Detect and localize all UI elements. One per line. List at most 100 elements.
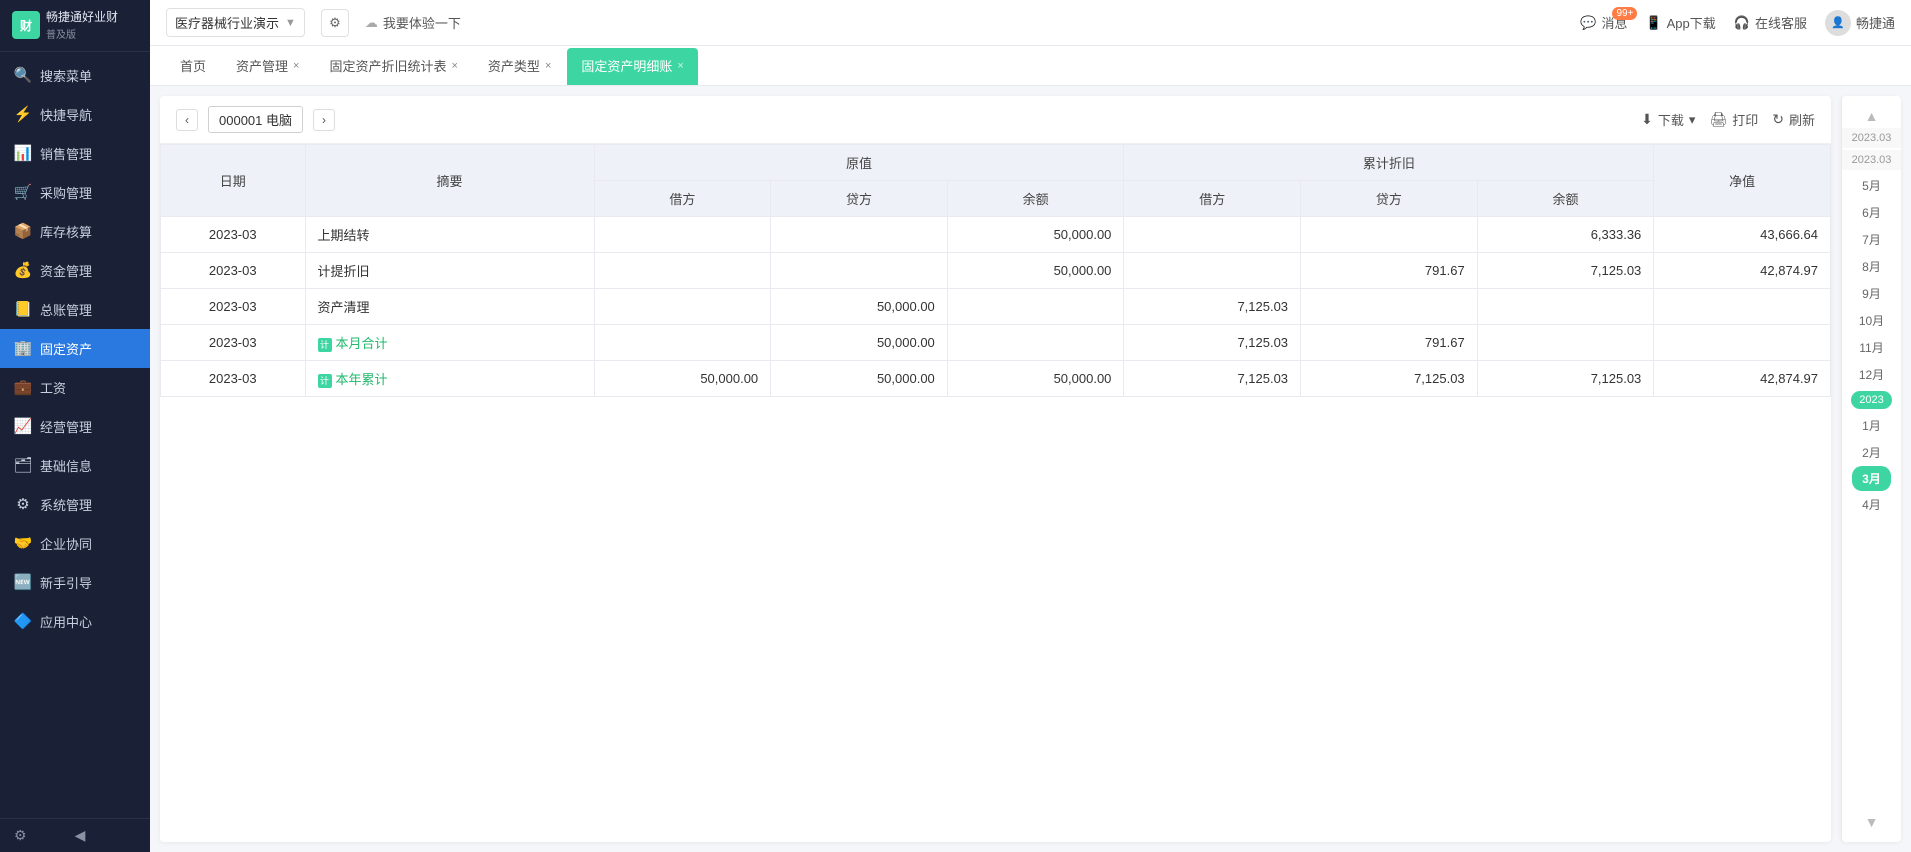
prev-asset-button[interactable]: ‹ xyxy=(176,109,198,131)
cell-summary: 计提折旧 xyxy=(305,253,594,289)
sidebar-item-collab[interactable]: 🤝 企业协同 xyxy=(0,524,150,563)
system-icon: ⚙ xyxy=(14,495,32,513)
print-button[interactable]: 🖨 打印 xyxy=(1709,110,1758,129)
timeline-down-arrow[interactable]: ▼ xyxy=(1861,810,1883,834)
timeline-month-2月[interactable]: 2月 xyxy=(1852,439,1891,466)
col-balance2: 余额 xyxy=(1477,181,1654,217)
sidebar-item-ledger[interactable]: 📒 总账管理 xyxy=(0,290,150,329)
cell-date: 2023-03 xyxy=(161,217,306,253)
tab-label-asset-type: 资产类型 xyxy=(488,56,540,75)
summary-text: 本月合计 xyxy=(336,336,388,351)
summary-text: 计提折旧 xyxy=(318,264,370,279)
sidebar-item-basic[interactable]: 🗂 基础信息 xyxy=(0,446,150,485)
app-download-button[interactable]: 📱 App下载 xyxy=(1645,13,1715,32)
timeline-year-header-2: 2023.03 xyxy=(1842,150,1901,170)
timeline-month-5月[interactable]: 5月 xyxy=(1859,172,1884,199)
settings-icon[interactable]: ⚙ xyxy=(14,827,27,844)
cell-credit2: 791.67 xyxy=(1301,253,1478,289)
message-button[interactable]: 💬 消息 99+ xyxy=(1580,13,1627,32)
tab-asset-mgmt[interactable]: 资产管理 × xyxy=(222,48,313,85)
cell-balance1: 50,000.00 xyxy=(947,217,1124,253)
user-profile[interactable]: 👤 畅捷通 xyxy=(1825,10,1895,36)
timeline-month-9月[interactable]: 9月 xyxy=(1859,280,1884,307)
sidebar-item-label-quicknav: 快捷导航 xyxy=(40,105,92,124)
header-settings-icon[interactable]: ⚙ xyxy=(321,9,349,37)
cell-summary: 计本月合计 xyxy=(305,325,594,361)
timeline-month-11月[interactable]: 11月 xyxy=(1859,334,1884,361)
cell-balance1: 50,000.00 xyxy=(947,253,1124,289)
sales-icon: 📊 xyxy=(14,144,32,162)
table-row: 2023-03 计提折旧 50,000.00 791.67 7,125.03 4… xyxy=(161,253,1831,289)
col-date: 日期 xyxy=(161,145,306,217)
cell-date: 2023-03 xyxy=(161,289,306,325)
quicknav-icon: ⚡ xyxy=(14,105,32,123)
timeline-month-4月[interactable]: 4月 xyxy=(1852,491,1891,518)
salary-icon: 💼 xyxy=(14,378,32,396)
cell-credit2: 791.67 xyxy=(1301,325,1478,361)
sidebar-item-fixed[interactable]: 🏢 固定资产 xyxy=(0,329,150,368)
tab-close-asset-ledger[interactable]: × xyxy=(677,60,683,72)
sidebar-item-sales[interactable]: 📊 销售管理 xyxy=(0,134,150,173)
timeline-month-8月[interactable]: 8月 xyxy=(1859,253,1884,280)
content-toolbar: ‹ 000001 电脑 › ⬇ 下载 ▾ 🖨 打印 ↻ 刷新 xyxy=(160,96,1831,144)
tab-close-asset-type[interactable]: × xyxy=(545,60,551,72)
timeline-year-label[interactable]: 2023 xyxy=(1851,391,1891,409)
cell-debit1 xyxy=(594,289,771,325)
collapse-icon[interactable]: ◀ xyxy=(75,827,86,844)
purchase-icon: 🛒 xyxy=(14,183,32,201)
tab-close-asset-mgmt[interactable]: × xyxy=(293,60,299,72)
table-row: 2023-03 资产清理 50,000.00 7,125.03 xyxy=(161,289,1831,325)
summary-text: 上期结转 xyxy=(318,228,370,243)
timeline-month-7月[interactable]: 7月 xyxy=(1859,226,1884,253)
company-selector[interactable]: 医疗器械行业演示 ▼ xyxy=(166,8,305,37)
customer-service-label: 在线客服 xyxy=(1755,13,1807,32)
cloud-icon: ☁ xyxy=(365,15,378,31)
tab-label-asset-mgmt: 资产管理 xyxy=(236,56,288,75)
sidebar-item-inventory[interactable]: 📦 库存核算 xyxy=(0,212,150,251)
tab-depreciation-table[interactable]: 固定资产折旧统计表× xyxy=(315,48,471,85)
cell-balance2: 7,125.03 xyxy=(1477,253,1654,289)
sidebar-item-operation[interactable]: 📈 经营管理 xyxy=(0,407,150,446)
col-summary: 摘要 xyxy=(305,145,594,217)
timeline-month-12月[interactable]: 12月 xyxy=(1859,361,1884,388)
headset-icon: 🎧 xyxy=(1734,15,1750,31)
timeline-month-10月[interactable]: 10月 xyxy=(1859,307,1884,334)
tab-home[interactable]: 首页 xyxy=(166,48,220,85)
next-asset-button[interactable]: › xyxy=(313,109,335,131)
timeline-up-arrow[interactable]: ▲ xyxy=(1861,104,1883,128)
sidebar-item-search[interactable]: 🔍 搜索菜单 xyxy=(0,56,150,95)
experience-label: 我要体验一下 xyxy=(383,13,461,32)
sidebar-item-guide[interactable]: 🆕 新手引导 xyxy=(0,563,150,602)
sidebar-item-quicknav[interactable]: ⚡ 快捷导航 xyxy=(0,95,150,134)
cell-credit2 xyxy=(1301,289,1478,325)
cell-balance1 xyxy=(947,289,1124,325)
tab-asset-type[interactable]: 资产类型 × xyxy=(474,48,565,85)
sidebar-item-capital[interactable]: 💰 资金管理 xyxy=(0,251,150,290)
cell-summary: 上期结转 xyxy=(305,217,594,253)
asset-code-display: 000001 电脑 xyxy=(208,106,303,133)
content-area: ‹ 000001 电脑 › ⬇ 下载 ▾ 🖨 打印 ↻ 刷新 xyxy=(150,86,1911,852)
timeline-month-6月[interactable]: 6月 xyxy=(1859,199,1884,226)
download-button[interactable]: ⬇ 下载 ▾ xyxy=(1641,110,1695,129)
avatar: 👤 xyxy=(1825,10,1851,36)
sidebar-item-appcenter[interactable]: 🔷 应用中心 xyxy=(0,602,150,641)
top-header: 医疗器械行业演示 ▼ ⚙ ☁ 我要体验一下 💬 消息 99+ 📱 App下载 🎧… xyxy=(150,0,1911,46)
refresh-button[interactable]: ↻ 刷新 xyxy=(1772,110,1815,129)
cell-date: 2023-03 xyxy=(161,361,306,397)
tab-asset-ledger[interactable]: 固定资产明细账× xyxy=(567,48,697,85)
sidebar-item-label-collab: 企业协同 xyxy=(40,534,92,553)
customer-service-button[interactable]: 🎧 在线客服 xyxy=(1734,13,1807,32)
sidebar-item-label-operation: 经营管理 xyxy=(40,417,92,436)
sidebar-item-label-capital: 资金管理 xyxy=(40,261,92,280)
cell-net: 42,874.97 xyxy=(1654,253,1831,289)
tab-close-depreciation-table[interactable]: × xyxy=(451,60,457,72)
sidebar-item-salary[interactable]: 💼 工资 xyxy=(0,368,150,407)
timeline-month-3月[interactable]: 3月 xyxy=(1852,466,1891,491)
col-debit1: 借方 xyxy=(594,181,771,217)
sidebar-item-label-sales: 销售管理 xyxy=(40,144,92,163)
timeline-month-1月[interactable]: 1月 xyxy=(1852,412,1891,439)
sidebar-item-purchase[interactable]: 🛒 采购管理 xyxy=(0,173,150,212)
experience-button[interactable]: ☁ 我要体验一下 xyxy=(365,13,461,32)
cell-summary: 计本年累计 xyxy=(305,361,594,397)
sidebar-item-system[interactable]: ⚙ 系统管理 xyxy=(0,485,150,524)
